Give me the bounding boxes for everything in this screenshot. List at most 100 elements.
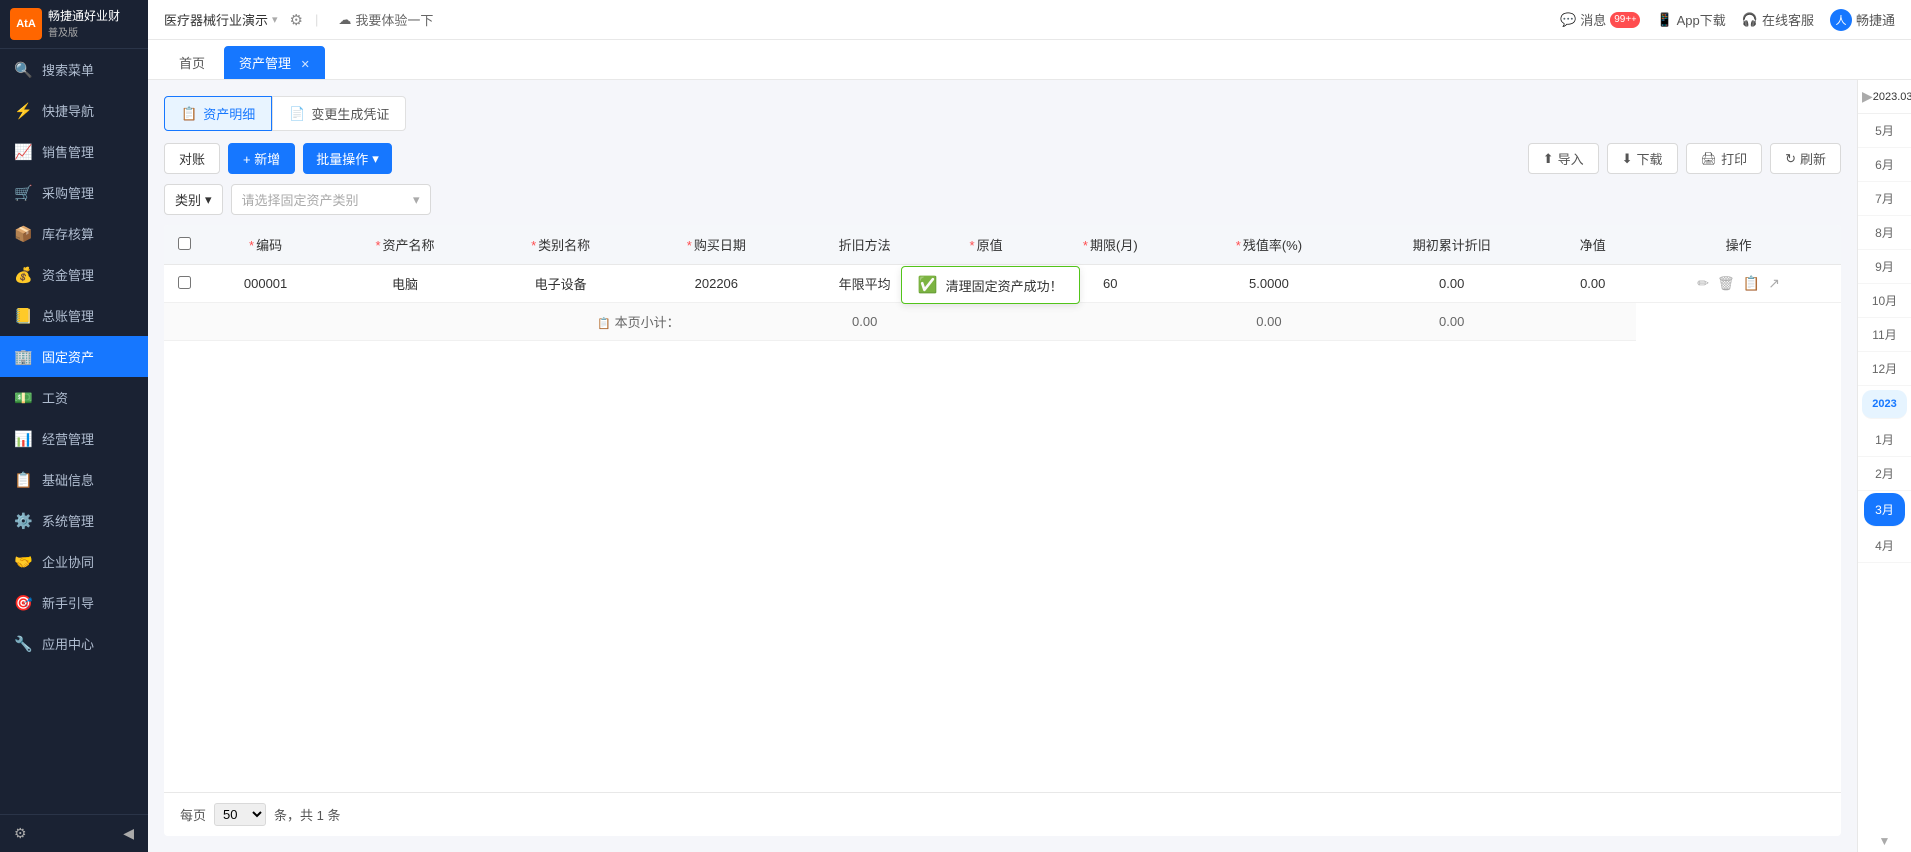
sidebar-item-purchase[interactable]: 🛒采购管理 xyxy=(0,172,148,213)
message-icon: 💬 xyxy=(1560,12,1576,28)
sidebar-item-guide[interactable]: 🎯新手引导 xyxy=(0,582,148,623)
asset-table: *编码 *资产名称 *类别名称 *购买日期 折旧方法 *原值 *期限(月) *残… xyxy=(164,225,1841,836)
user-avatar-button[interactable]: 人 畅捷通 xyxy=(1830,9,1895,31)
refresh-button[interactable]: ↻ 刷新 xyxy=(1770,143,1841,174)
batch-label: 批量操作 xyxy=(316,149,368,168)
messages-button[interactable]: 💬 消息 99++ xyxy=(1560,10,1640,29)
logo-text: 畅捷通好业财 普及版 xyxy=(48,9,120,40)
experience-button[interactable]: ☁ 我要体验一下 xyxy=(338,10,433,29)
tab-asset-mgmt[interactable]: 资产管理 ✕ xyxy=(224,46,325,79)
col-actions: 操作 xyxy=(1636,225,1841,265)
import-button[interactable]: ⬆ 导入 xyxy=(1528,143,1599,174)
subtotal-empty-4 xyxy=(935,303,1037,341)
sidebar-item-ledger[interactable]: 📒总账管理 xyxy=(0,295,148,336)
collapse-icon[interactable]: ◀ xyxy=(123,825,134,842)
subtab-asset-detail[interactable]: 📋 资产明细 xyxy=(164,96,272,131)
cal-item-4[interactable]: 9月 xyxy=(1858,250,1911,284)
sidebar-icon-sales: 📈 xyxy=(14,143,32,161)
sidebar-item-wages[interactable]: 💵工资 xyxy=(0,377,148,418)
refresh-icon: ↻ xyxy=(1785,151,1796,167)
sidebar-icon-search: 🔍 xyxy=(14,61,32,79)
sidebar-label-app-center: 应用中心 xyxy=(42,634,94,653)
add-button[interactable]: + 新增 xyxy=(228,143,295,174)
download-button[interactable]: ⬇ 下载 xyxy=(1607,143,1678,174)
cal-item-1[interactable]: 6月 xyxy=(1858,148,1911,182)
divider-1: | xyxy=(315,12,318,27)
tab-close-icon[interactable]: ✕ xyxy=(301,59,310,71)
sidebar-item-basic-info[interactable]: 📋基础信息 xyxy=(0,459,148,500)
sidebar-label-system: 系统管理 xyxy=(42,511,94,530)
more-icon[interactable]: ↗ xyxy=(1768,275,1780,292)
cal-item-10[interactable]: 2月 xyxy=(1858,457,1911,491)
category-select[interactable]: 类别 ▾ xyxy=(164,184,223,215)
online-service-button[interactable]: 🎧 在线客服 xyxy=(1742,10,1814,29)
sidebar-label-cooperation: 企业协同 xyxy=(42,552,94,571)
sidebar: AtA 畅捷通好业财 普及版 🔍 搜索菜单 ⚡快捷导航📈销售管理🛒采购管理📦库存核算… xyxy=(0,0,148,852)
panel-expand-icon[interactable]: ▶ xyxy=(1862,88,1873,105)
settings-button[interactable]: ⚙ xyxy=(290,11,303,29)
tab-home-label: 首页 xyxy=(179,56,205,71)
table-scroll[interactable]: *编码 *资产名称 *类别名称 *购买日期 折旧方法 *原值 *期限(月) *残… xyxy=(164,225,1841,792)
cal-item-6[interactable]: 11月 xyxy=(1858,318,1911,352)
cal-item-5[interactable]: 10月 xyxy=(1858,284,1911,318)
sidebar-item-cooperation[interactable]: 🤝 企业协同 xyxy=(0,541,148,582)
sidebar-icon-funds: 💰 xyxy=(14,266,32,284)
copy-icon[interactable]: 📋 xyxy=(1743,275,1760,292)
sidebar-item-quick-nav[interactable]: ⚡快捷导航 xyxy=(0,90,148,131)
col-purchase-date: *购买日期 xyxy=(638,225,794,265)
toolbar-right-actions: ⬆ 导入 ⬇ 下载 🖨 打印 ↻ 刷新 xyxy=(1528,143,1841,174)
company-dropdown-icon[interactable]: ▾ xyxy=(272,13,278,26)
sidebar-item-system[interactable]: ⚙️ 系统管理 xyxy=(0,500,148,541)
tab-home[interactable]: 首页 xyxy=(164,46,220,79)
cal-item-7[interactable]: 12月 xyxy=(1858,352,1911,386)
app-download-button[interactable]: 📱 App下载 xyxy=(1656,10,1725,29)
main-table: *编码 *资产名称 *类别名称 *购买日期 折旧方法 *原值 *期限(月) *残… xyxy=(164,225,1841,341)
cal-item-0[interactable]: 5月 xyxy=(1858,114,1911,148)
subtotal-empty-5 xyxy=(1037,303,1184,341)
cal-item-3[interactable]: 8月 xyxy=(1858,216,1911,250)
sidebar-label-basic-info: 基础信息 xyxy=(42,470,94,489)
sidebar-label-purchase: 采购管理 xyxy=(42,183,94,202)
sidebar-footer: ⚙ ◀ xyxy=(0,814,148,852)
sidebar-label-search: 搜索菜单 xyxy=(42,60,94,79)
sidebar-nav: 🔍 搜索菜单 ⚡快捷导航📈销售管理🛒采购管理📦库存核算💰资金管理📒总账管理🏢固定资产… xyxy=(0,49,148,814)
subtotal-row: 📋 本页小计： 0.00 0.00 0.00 xyxy=(164,303,1841,341)
calendar-down-arrow[interactable]: ▼ xyxy=(1858,830,1911,852)
edit-icon[interactable]: ✏ xyxy=(1697,275,1709,292)
sidebar-label-fixed-assets: 固定资产 xyxy=(42,347,94,366)
select-all-checkbox[interactable] xyxy=(178,237,191,250)
cell-initial-accumulated: 0.00 xyxy=(1354,265,1549,303)
subtab-change-voucher[interactable]: 📄 变更生成凭证 xyxy=(272,96,406,131)
category-input[interactable]: 请选择固定资产类别 ▾ xyxy=(231,184,431,215)
subtabs: 📋 资产明细 📄 变更生成凭证 xyxy=(164,96,1841,131)
row-checkbox[interactable] xyxy=(178,276,191,289)
sidebar-item-app-center[interactable]: 🔧应用中心 xyxy=(0,623,148,664)
col-name: *资产名称 xyxy=(327,225,483,265)
print-button[interactable]: 🖨 打印 xyxy=(1686,143,1763,174)
success-toast: ✅ 清理固定资产成功！ xyxy=(901,266,1080,304)
cal-item-9[interactable]: 1月 xyxy=(1858,423,1911,457)
per-page-select[interactable]: 50 10 20 100 xyxy=(214,803,266,826)
delete-icon[interactable]: 🗑 xyxy=(1717,275,1735,292)
sidebar-item-fixed-assets[interactable]: 🏢固定资产 xyxy=(0,336,148,377)
cal-item-8[interactable]: 2023 xyxy=(1862,390,1907,419)
sidebar-item-operations[interactable]: 📊经营管理 xyxy=(0,418,148,459)
logo-icon: AtA xyxy=(10,8,42,40)
sidebar-icon-cooperation: 🤝 xyxy=(14,553,32,571)
sidebar-item-inventory[interactable]: 📦库存核算 xyxy=(0,213,148,254)
cal-item-2[interactable]: 7月 xyxy=(1858,182,1911,216)
subtotal-net: 0.00 xyxy=(1354,303,1549,341)
sidebar-item-funds[interactable]: 💰资金管理 xyxy=(0,254,148,295)
tabbar: 首页 资产管理 ✕ xyxy=(148,40,1911,80)
tab-asset-mgmt-label: 资产管理 xyxy=(239,56,291,71)
settings-icon[interactable]: ⚙ xyxy=(14,825,27,842)
sidebar-item-sales[interactable]: 📈销售管理 xyxy=(0,131,148,172)
reconcile-button[interactable]: 对账 xyxy=(164,143,220,174)
sidebar-item-search[interactable]: 🔍 搜索菜单 xyxy=(0,49,148,90)
filter-row: 类别 ▾ 请选择固定资产类别 ▾ xyxy=(164,184,1841,215)
sidebar-icon-system: ⚙️ xyxy=(14,512,32,530)
cal-item-12[interactable]: 4月 xyxy=(1858,529,1911,563)
sidebar-label-ledger: 总账管理 xyxy=(42,306,94,325)
cal-item-11[interactable]: 3月 xyxy=(1864,493,1905,527)
batch-button[interactable]: 批量操作 ▾ xyxy=(303,143,392,174)
